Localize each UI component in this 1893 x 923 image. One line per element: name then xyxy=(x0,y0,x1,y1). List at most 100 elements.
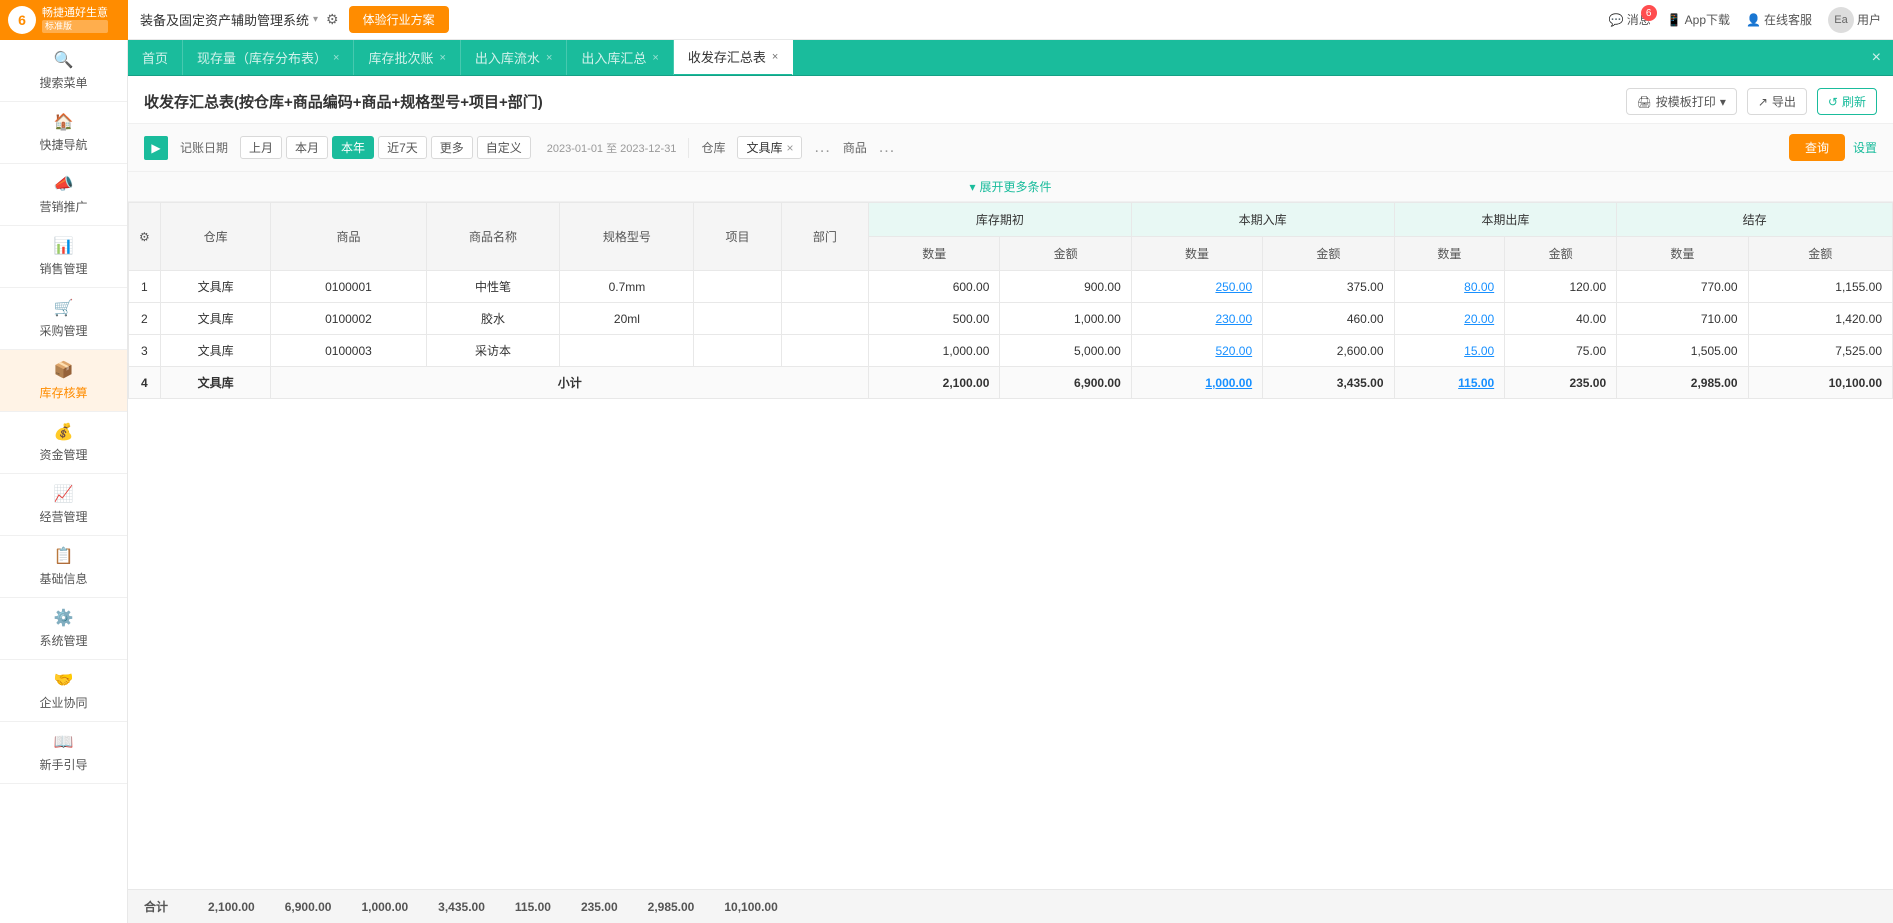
logo-icon: 6 xyxy=(8,6,36,34)
message-btn[interactable]: 💬 消息 6 xyxy=(1609,11,1651,28)
online-service-btn[interactable]: 👤 在线客服 xyxy=(1746,11,1812,28)
export-btn[interactable]: ↗ 导出 xyxy=(1747,88,1807,115)
subtotal-open-amt: 6,900.00 xyxy=(1000,367,1131,399)
sidebar-item-sales[interactable]: 📊 销售管理 xyxy=(0,226,127,288)
date-btn-7days[interactable]: 近7天 xyxy=(378,136,427,159)
date-btn-more[interactable]: 更多 xyxy=(431,136,473,159)
row-close-amt: 1,420.00 xyxy=(1748,303,1892,335)
total-out-amt: 235.00 xyxy=(581,900,618,914)
sidebar-item-search[interactable]: 🔍 搜索菜单 xyxy=(0,40,127,102)
th-project: 项目 xyxy=(694,203,781,271)
subtotal-in-qty[interactable]: 1,000.00 xyxy=(1131,367,1262,399)
tab-stock-dist-close[interactable]: × xyxy=(333,52,339,64)
tab-stock-dist[interactable]: 现存量（库存分布表） × xyxy=(183,40,354,76)
sidebar-item-enterprise[interactable]: 🤝 企业协同 xyxy=(0,660,127,722)
subtotal-label: 小计 xyxy=(271,367,869,399)
row-warehouse: 文具库 xyxy=(160,303,271,335)
tab-batch-close[interactable]: × xyxy=(439,52,445,64)
goods-more-btn[interactable]: ... xyxy=(879,139,895,157)
row-out-qty[interactable]: 20.00 xyxy=(1394,303,1505,335)
sidebar-item-inventory[interactable]: 📦 库存核算 xyxy=(0,350,127,412)
system-icon: ⚙️ xyxy=(54,608,74,628)
tab-inout-flow[interactable]: 出入库流水 × xyxy=(461,40,567,76)
warehouse-filter-label: 仓库 xyxy=(701,139,725,156)
th-in-amt: 金额 xyxy=(1263,237,1394,271)
row-in-qty[interactable]: 230.00 xyxy=(1131,303,1262,335)
tab-inout-summary-close[interactable]: × xyxy=(652,52,658,64)
tab-batch[interactable]: 库存批次账 × xyxy=(354,40,460,76)
row-warehouse: 文具库 xyxy=(160,271,271,303)
th-in-qty: 数量 xyxy=(1131,237,1262,271)
expand-icon: ▶ xyxy=(151,141,160,155)
sidebar-item-guide[interactable]: 📖 新手引导 xyxy=(0,722,127,784)
date-btn-custom[interactable]: 自定义 xyxy=(477,136,531,159)
row-in-qty[interactable]: 250.00 xyxy=(1131,271,1262,303)
expand-more-btn[interactable]: ▾ 展开更多条件 xyxy=(969,178,1051,195)
query-btn[interactable]: 查询 xyxy=(1789,134,1845,161)
total-open-qty: 2,100.00 xyxy=(208,900,255,914)
row-out-qty[interactable]: 80.00 xyxy=(1394,271,1505,303)
row-out-qty[interactable]: 15.00 xyxy=(1394,335,1505,367)
sidebar-label-enterprise: 企业协同 xyxy=(39,694,87,711)
date-btn-this-year[interactable]: 本年 xyxy=(332,136,374,159)
warehouse-more-btn[interactable]: ... xyxy=(814,139,830,157)
settings-icon[interactable]: ⚙ xyxy=(326,11,339,28)
subtotal-open-qty: 2,100.00 xyxy=(869,367,1000,399)
app-download-label: App下载 xyxy=(1685,11,1730,28)
tab-inout-flow-close[interactable]: × xyxy=(546,52,552,64)
sidebar-item-operation[interactable]: 📈 经营管理 xyxy=(0,474,127,536)
row-open-qty: 500.00 xyxy=(869,303,1000,335)
warehouse-tag-value: 文具库 xyxy=(746,139,782,156)
row-seq: 1 xyxy=(129,271,161,303)
print-btn[interactable]: 🖨 按模板打印 ▾ xyxy=(1626,88,1737,115)
tab-inout-summary[interactable]: 出入库汇总 × xyxy=(567,40,673,76)
sidebar-item-finance[interactable]: 💰 资金管理 xyxy=(0,412,127,474)
tab-bar-close-btn[interactable]: × xyxy=(1860,49,1893,67)
system-title-area: 装备及固定资产辅助管理系统 ▾ ⚙ 体验行业方案 xyxy=(128,6,1609,33)
refresh-icon: ↺ xyxy=(1828,95,1838,109)
filter-settings-btn[interactable]: 设置 xyxy=(1853,139,1877,156)
warehouse-tag-close[interactable]: × xyxy=(786,141,793,155)
date-btn-last-month[interactable]: 上月 xyxy=(240,136,282,159)
sidebar-item-quick-nav[interactable]: 🏠 快捷导航 xyxy=(0,102,127,164)
filter-expand-btn[interactable]: ▶ xyxy=(144,136,168,160)
export-icon: ↗ xyxy=(1758,95,1768,109)
tab-rec-summary-close[interactable]: × xyxy=(772,51,778,63)
subtotal-close-qty: 2,985.00 xyxy=(1617,367,1748,399)
row-code: 0100003 xyxy=(271,335,426,367)
row-out-amt: 120.00 xyxy=(1505,271,1617,303)
subtotal-out-qty[interactable]: 115.00 xyxy=(1394,367,1505,399)
tab-inout-flow-label: 出入库流水 xyxy=(475,48,540,67)
date-btn-this-month[interactable]: 本月 xyxy=(286,136,328,159)
row-name: 胶水 xyxy=(426,303,560,335)
th-settings[interactable]: ⚙ xyxy=(129,203,161,271)
sidebar-item-basic[interactable]: 📋 基础信息 xyxy=(0,536,127,598)
basic-icon: 📋 xyxy=(54,546,74,566)
subtotal-seq: 4 xyxy=(129,367,161,399)
finance-icon: 💰 xyxy=(54,422,74,442)
date-buttons: 上月 本月 本年 近7天 更多 自定义 xyxy=(240,136,531,159)
dropdown-arrow-icon[interactable]: ▾ xyxy=(313,14,318,25)
tab-home[interactable]: 首页 xyxy=(128,40,183,76)
user-btn[interactable]: Ea 用户 xyxy=(1828,7,1881,33)
row-seq: 3 xyxy=(129,335,161,367)
row-spec: 0.7mm xyxy=(560,271,694,303)
row-close-qty: 1,505.00 xyxy=(1617,335,1748,367)
refresh-btn[interactable]: ↺ 刷新 xyxy=(1817,88,1877,115)
app-download-btn[interactable]: 📱 App下载 xyxy=(1667,11,1730,28)
row-close-amt: 7,525.00 xyxy=(1748,335,1892,367)
tab-rec-summary[interactable]: 收发存汇总表 × xyxy=(674,40,793,76)
row-name: 采访本 xyxy=(426,335,560,367)
tab-rec-summary-label: 收发存汇总表 xyxy=(688,47,766,66)
sidebar-item-marketing[interactable]: 📣 营销推广 xyxy=(0,164,127,226)
th-open-qty: 数量 xyxy=(869,237,1000,271)
message-icon: 💬 xyxy=(1609,13,1624,27)
row-in-qty[interactable]: 520.00 xyxy=(1131,335,1262,367)
sidebar-item-purchase[interactable]: 🛒 采购管理 xyxy=(0,288,127,350)
sidebar-item-system[interactable]: ⚙️ 系统管理 xyxy=(0,598,127,660)
logo-area: 6 畅捷通好生意 标准版 xyxy=(0,0,128,40)
page-title: 收发存汇总表(按仓库+商品编码+商品+规格型号+项目+部门) xyxy=(144,91,543,112)
th-dept: 部门 xyxy=(781,203,868,271)
try-btn[interactable]: 体验行业方案 xyxy=(349,6,449,33)
sidebar: 🔍 搜索菜单 🏠 快捷导航 📣 营销推广 📊 销售管理 🛒 采购管理 📦 库存核… xyxy=(0,40,128,923)
